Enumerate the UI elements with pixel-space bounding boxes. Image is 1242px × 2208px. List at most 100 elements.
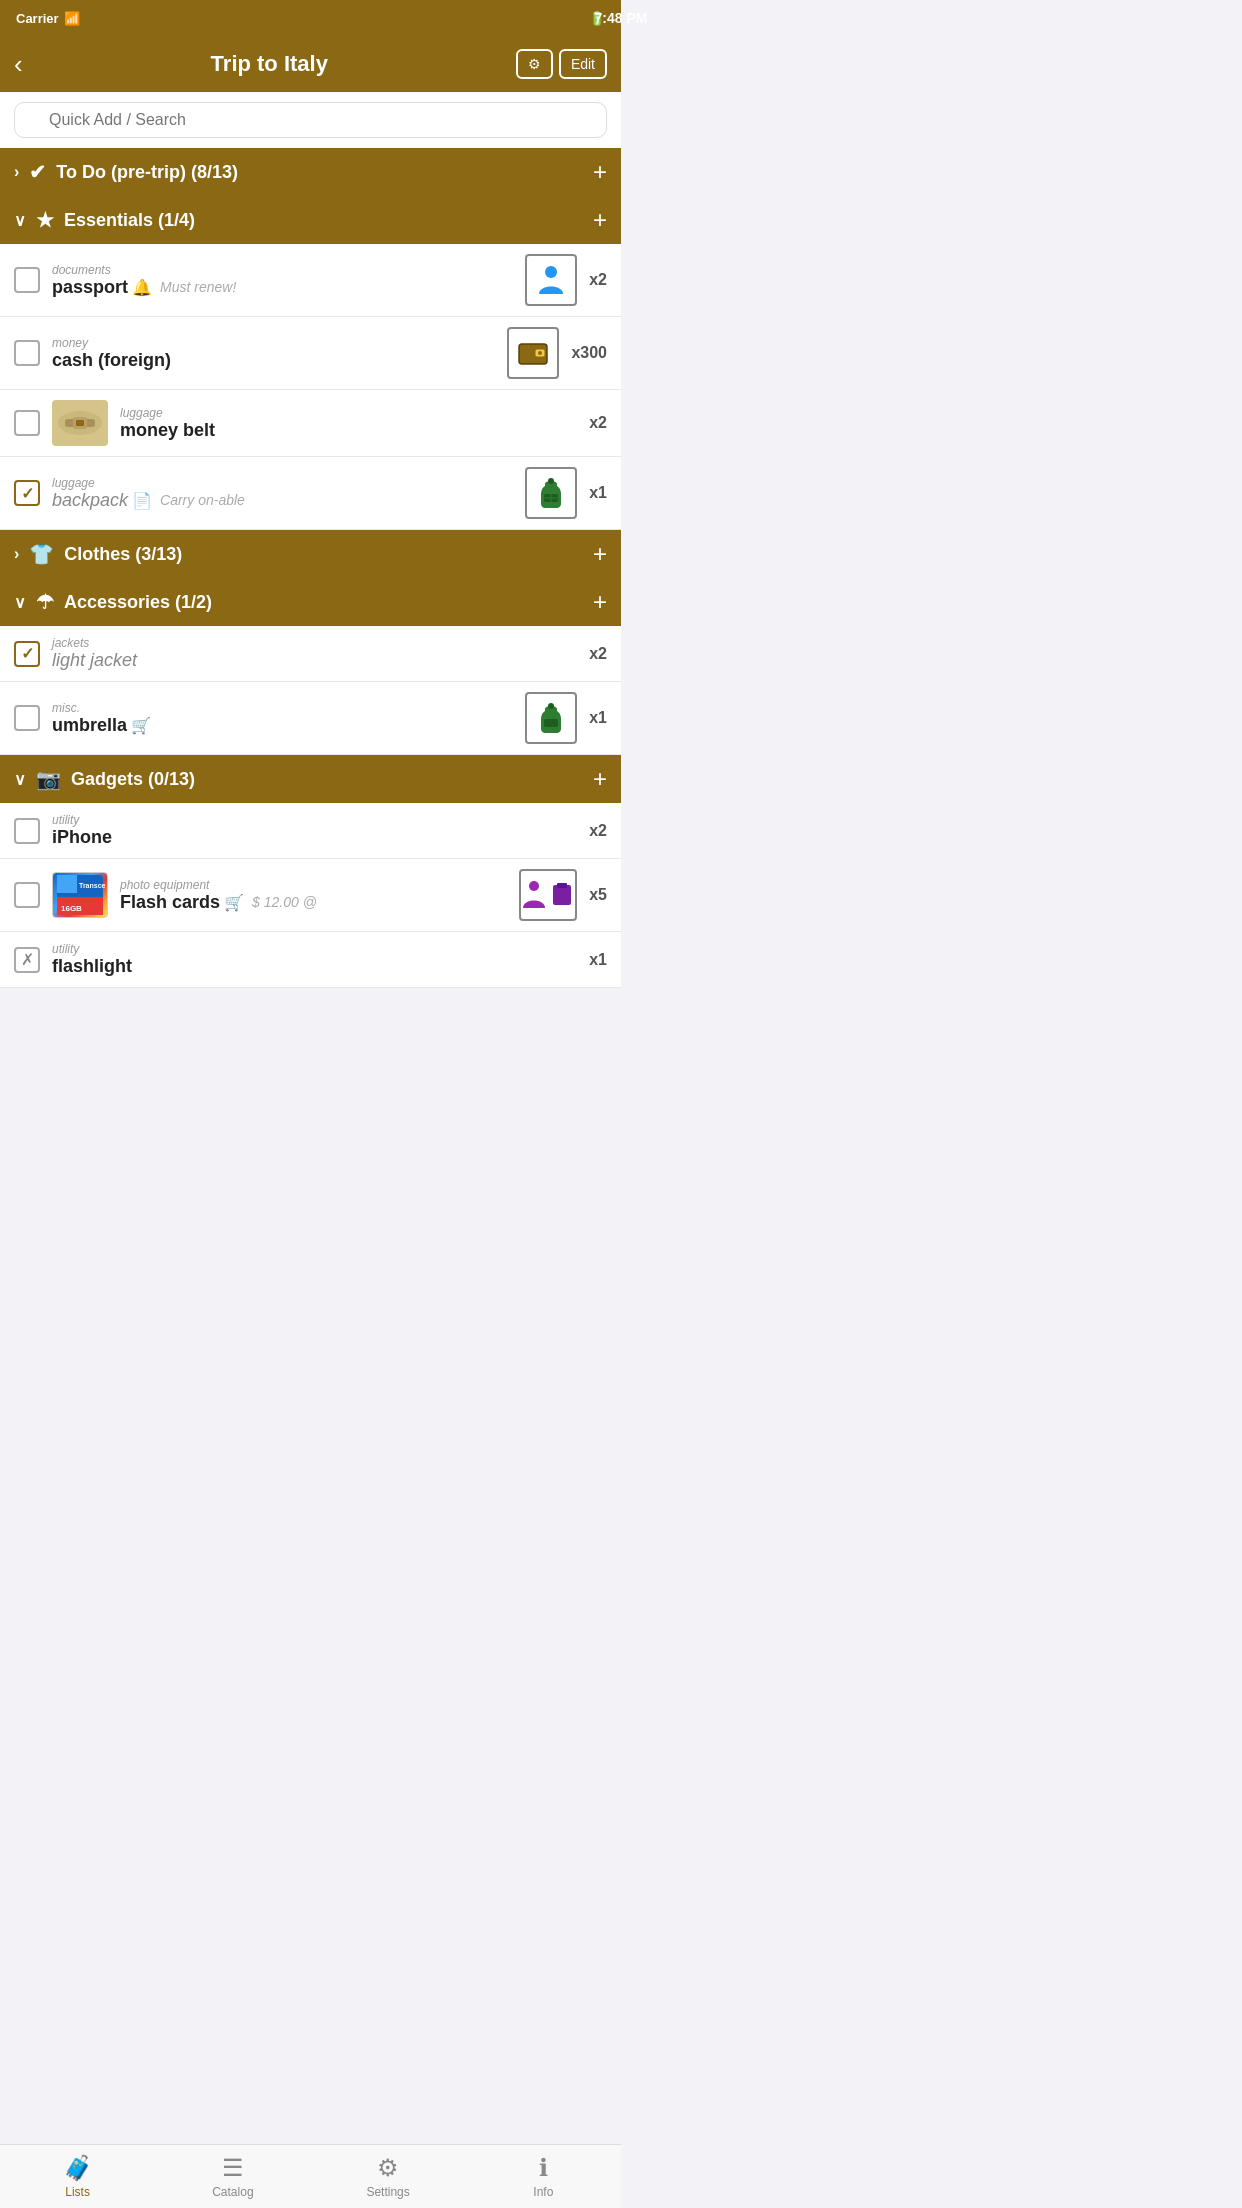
passport-note: Must renew! (160, 279, 236, 295)
iphone-category: utility (52, 813, 577, 827)
section-accessories[interactable]: ∨ ☂ Accessories (1/2) + (0, 578, 621, 626)
backpack-note: Carry on-able (160, 492, 245, 508)
gadgets-icon: 📷 (36, 767, 61, 791)
section-clothes[interactable]: › 👕 Clothes (3/13) + (0, 530, 621, 578)
section-essentials[interactable]: ∨ ★ Essentials (1/4) + (0, 196, 621, 244)
umbrella-name: umbrella (52, 715, 127, 736)
money-belt-thumbnail (52, 400, 108, 446)
umbrella-content: misc. umbrella 🛒 (52, 701, 513, 736)
flash-cards-checkbox[interactable] (14, 882, 40, 908)
wifi-icon: 📶 (64, 11, 80, 26)
add-essentials-button[interactable]: + (593, 206, 607, 234)
section-gadgets[interactable]: ∨ 📷 Gadgets (0/13) + (0, 755, 621, 803)
light-jacket-qty: x2 (589, 645, 607, 663)
umbrella-image (525, 692, 577, 744)
gear-icon: ⚙ (528, 56, 541, 72)
flash-cards-cart-icon: 🛒 (224, 893, 244, 912)
svg-point-3 (538, 351, 542, 355)
iphone-name: iPhone (52, 827, 577, 848)
passport-qty: x2 (589, 271, 607, 289)
back-button[interactable]: ‹ (14, 51, 23, 77)
money-belt-checkbox[interactable] (14, 410, 40, 436)
cash-category: money (52, 336, 495, 350)
svg-text:Transcend: Transcend (79, 882, 105, 889)
light-jacket-content: jackets light jacket (52, 636, 577, 671)
umbrella-checkbox[interactable] (14, 705, 40, 731)
cash-name: cash (foreign) (52, 350, 495, 371)
passport-name: passport (52, 277, 128, 298)
flash-cards-thumbnail: 16GB Transcend (52, 872, 108, 918)
svg-text:16GB: 16GB (61, 904, 82, 913)
passport-checkbox[interactable] (14, 267, 40, 293)
item-flash-cards: 16GB Transcend photo equipment Flash car… (0, 859, 621, 932)
flash-cards-content: photo equipment Flash cards 🛒 $ 12.00 @ (120, 878, 507, 913)
item-umbrella: misc. umbrella 🛒 x1 (0, 682, 621, 755)
flash-cards-qty: x5 (589, 886, 607, 904)
svg-rect-12 (548, 703, 554, 709)
item-money-belt: luggage money belt x2 (0, 390, 621, 457)
light-jacket-category: jackets (52, 636, 577, 650)
chevron-down-icon: ∨ (14, 211, 26, 230)
svg-rect-8 (548, 478, 554, 484)
flash-cards-name: Flash cards (120, 892, 220, 913)
add-clothes-button[interactable]: + (593, 540, 607, 568)
section-clothes-label: Clothes (3/13) (64, 544, 583, 565)
flashlight-qty: x1 (589, 951, 607, 969)
edit-button[interactable]: Edit (559, 49, 607, 79)
section-accessories-label: Accessories (1/2) (64, 592, 583, 613)
iphone-qty: x2 (589, 822, 607, 840)
iphone-checkbox[interactable] (14, 818, 40, 844)
backpack-qty: x1 (589, 484, 607, 502)
passport-content: documents passport 🔔 Must renew! (52, 263, 513, 298)
passport-image (525, 254, 577, 306)
flashlight-content: utility flashlight (52, 942, 577, 977)
item-cash: money cash (foreign) x300 (0, 317, 621, 390)
flashlight-category: utility (52, 942, 577, 956)
money-belt-category: luggage (120, 406, 577, 420)
settings-button[interactable]: ⚙ (516, 49, 553, 79)
cash-qty: x300 (571, 344, 607, 362)
light-jacket-name: light jacket (52, 650, 577, 671)
svg-rect-7 (76, 420, 84, 426)
add-accessories-button[interactable]: + (593, 588, 607, 616)
backpack-content: luggage backpack 📄 Carry on-able (52, 476, 513, 511)
section-todo[interactable]: › ✔ To Do (pre-trip) (8/13) + (0, 148, 621, 196)
iphone-content: utility iPhone (52, 813, 577, 848)
umbrella-category: misc. (52, 701, 513, 715)
add-gadgets-button[interactable]: + (593, 765, 607, 793)
backpack-checkbox[interactable] (14, 480, 40, 506)
light-jacket-checkbox[interactable] (14, 641, 40, 667)
svg-point-19 (529, 881, 539, 891)
add-todo-button[interactable]: + (593, 158, 607, 186)
cash-checkbox[interactable] (14, 340, 40, 366)
status-time: 7:48 PM (595, 10, 621, 26)
flashlight-name: flashlight (52, 956, 577, 977)
item-flashlight: utility flashlight x1 (0, 932, 621, 988)
cash-image (507, 327, 559, 379)
page-title: Trip to Italy (23, 51, 516, 77)
svg-point-0 (545, 266, 557, 278)
accessories-chevron-icon: ∨ (14, 593, 26, 612)
nav-actions: ⚙ Edit (516, 49, 607, 79)
chevron-right-icon: › (14, 163, 19, 181)
item-passport: documents passport 🔔 Must renew! x2 (0, 244, 621, 317)
clothes-icon: 👕 (29, 542, 54, 566)
search-bar: 🔍 (0, 92, 621, 148)
svg-rect-15 (57, 875, 77, 893)
cash-content: money cash (foreign) (52, 336, 495, 371)
svg-rect-21 (557, 883, 567, 888)
item-backpack: luggage backpack 📄 Carry on-able x1 (0, 457, 621, 530)
section-essentials-label: Essentials (1/4) (64, 210, 583, 231)
gadgets-chevron-icon: ∨ (14, 770, 26, 789)
flashlight-checkbox[interactable] (14, 947, 40, 973)
note-icon: 📄 (132, 491, 152, 510)
bell-icon: 🔔 (132, 278, 152, 297)
umbrella-qty: x1 (589, 709, 607, 727)
backpack-name: backpack (52, 490, 128, 511)
passport-category: documents (52, 263, 513, 277)
search-input[interactable] (14, 102, 607, 138)
backpack-category: luggage (52, 476, 513, 490)
edit-label: Edit (571, 56, 595, 72)
accessories-icon: ☂ (36, 590, 54, 614)
status-bar: Carrier 📶 7:48 PM 🔋 (0, 0, 621, 36)
